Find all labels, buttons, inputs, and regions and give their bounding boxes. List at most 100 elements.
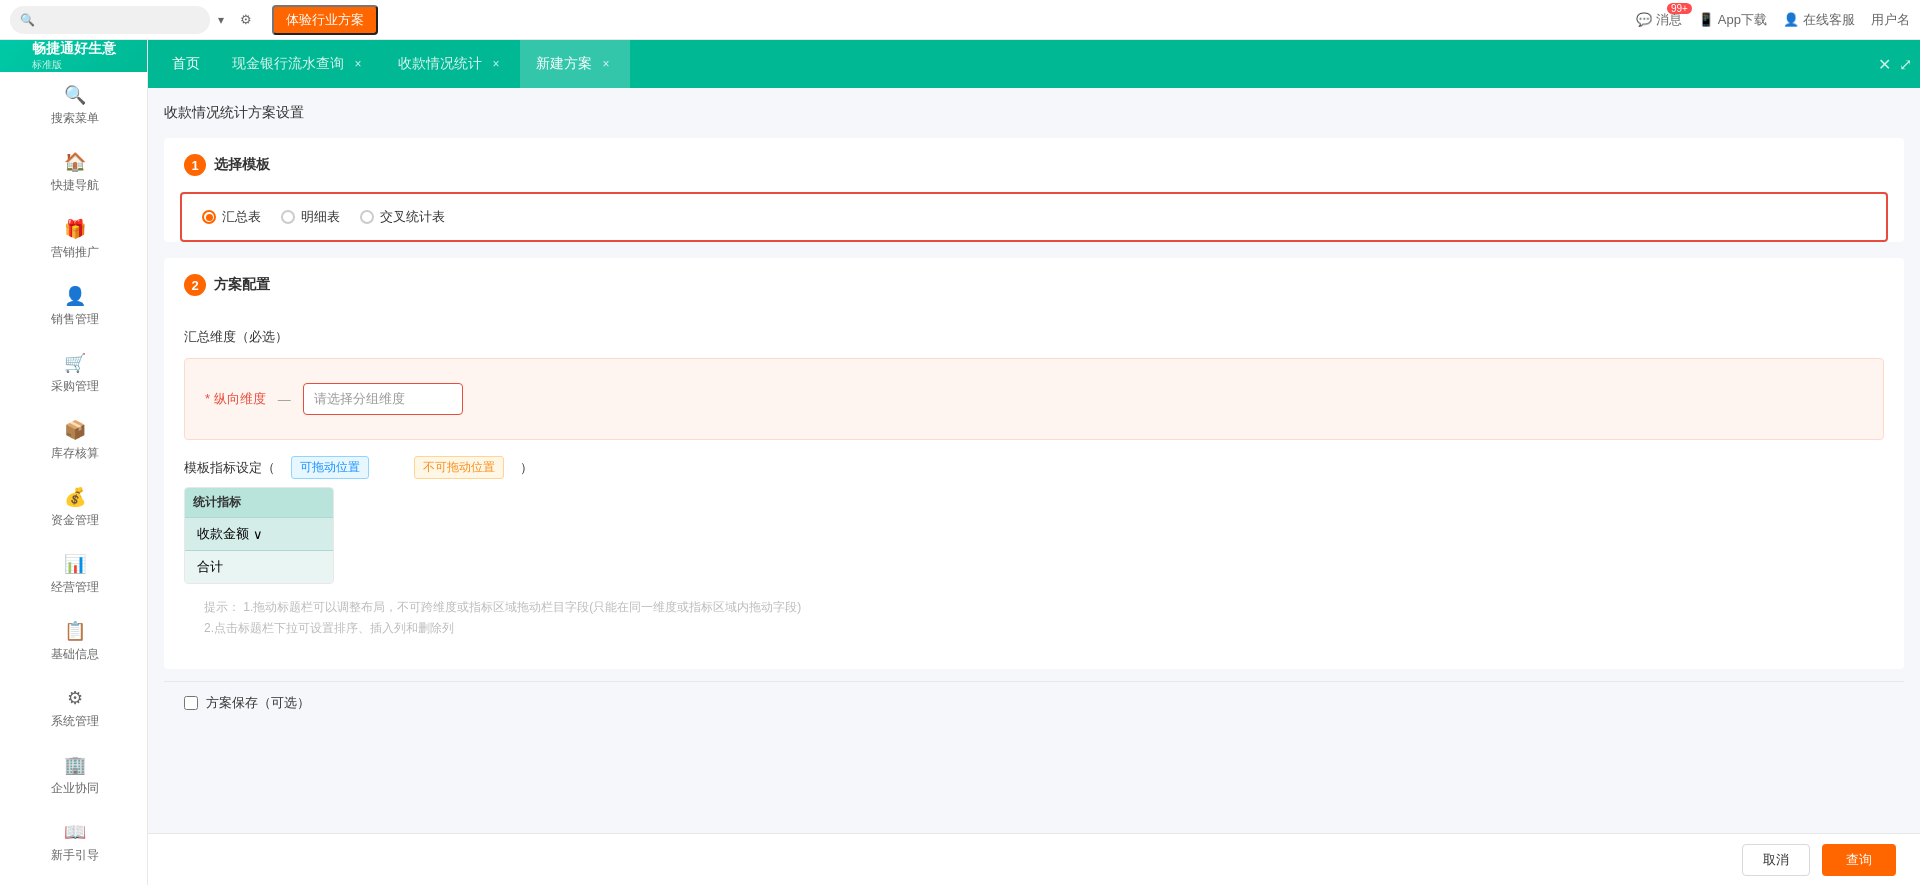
footer-bar: 取消 查询 [148,833,1920,885]
message-button[interactable]: 💬 消息 99+ [1636,11,1682,29]
sidebar-label-guide: 新手引导 [51,847,99,864]
indicator-table-header-row: 统计指标 [185,488,333,517]
gear-icon[interactable]: ⚙ [232,6,260,34]
indicator-header: 模板指标设定（ 可拖动位置 不可拖动位置 ） [184,456,1884,479]
main-layout: 畅捷通好生意 标准版 🔍 搜索菜单 🏠 快捷导航 🎁 营销推广 👤 销售管理 🛒… [0,40,1920,885]
tab-new-plan[interactable]: 新建方案 × [520,40,630,88]
tab-home[interactable]: 首页 [156,40,216,88]
app-download-link[interactable]: 📱 App下载 [1698,11,1767,29]
sidebar-item-finance[interactable]: 💰 资金管理 [0,474,147,541]
settings-icon: ⚙ [67,687,83,709]
clipboard-icon: 📋 [64,620,86,642]
user-name[interactable]: 用户名 [1871,11,1910,29]
dropdown-arrow[interactable]: ▾ [218,13,224,27]
save-checkbox[interactable] [184,696,198,710]
step2-badge: 2 [184,274,206,296]
indicator-config-label: 模板指标设定（ [184,459,275,477]
message-badge: 99+ [1667,3,1692,14]
hint-line-2: 2.点击标题栏下拉可设置排序、插入列和删除列 [204,620,1864,637]
logo-sub: 标准版 [32,58,116,72]
dim-arrow: — [278,392,291,407]
indicator-table-title: 统计指标 [193,495,241,509]
tab-new-plan-label: 新建方案 [536,55,592,73]
radio-detail-label: 明细表 [301,208,340,226]
group-dimension-select[interactable]: 请选择分组维度 [303,383,463,415]
money-icon: 💰 [64,486,86,508]
radio-cross[interactable]: 交叉统计表 [360,208,445,226]
radio-detail[interactable]: 明细表 [281,208,340,226]
step1-title: 选择模板 [214,156,270,174]
search-menu-icon: 🔍 [64,84,86,106]
sidebar-item-guide[interactable]: 📖 新手引导 [0,809,147,876]
step1-header: 1 选择模板 [164,138,1904,192]
radio-summary[interactable]: 汇总表 [202,208,261,226]
sidebar-item-quick-nav[interactable]: 🏠 快捷导航 [0,139,147,206]
radio-cross-label: 交叉统计表 [380,208,445,226]
logo-text: 畅捷通好生意 [32,40,116,58]
sidebar-label-system: 系统管理 [51,713,99,730]
sidebar-label-search: 搜索菜单 [51,110,99,127]
sidebar-item-operation[interactable]: 📊 经营管理 [0,541,147,608]
window-expand-icon[interactable]: ⤢ [1899,55,1912,74]
message-icon: 💬 [1636,12,1652,27]
top-bar: 🔍 ▾ ⚙ 体验行业方案 💬 消息 99+ 📱 App下载 👤 在线客服 用户名 [0,0,1920,40]
search-box[interactable]: 🔍 [10,6,210,34]
template-options: 汇总表 明细表 交叉统计表 [180,192,1888,242]
bracket-close: ） [520,459,533,477]
draggable-tag: 可拖动位置 [291,456,369,479]
sidebar-label-finance: 资金管理 [51,512,99,529]
window-close-icon[interactable]: ✕ [1878,55,1891,74]
tab-new-plan-close[interactable]: × [598,56,614,72]
search-icon: 🔍 [20,13,35,27]
cancel-button[interactable]: 取消 [1742,844,1810,876]
sidebar-item-basic[interactable]: 📋 基础信息 [0,608,147,675]
total-label: 合计 [197,559,223,574]
sidebar-item-system[interactable]: ⚙ 系统管理 [0,675,147,742]
box-icon: 📦 [64,419,86,441]
dim-select-placeholder: 请选择分组维度 [314,390,405,408]
sidebar: 畅捷通好生意 标准版 🔍 搜索菜单 🏠 快捷导航 🎁 营销推广 👤 销售管理 🛒… [0,40,148,885]
hint-area: 提示： 1.拖动标题栏可以调整布局，不可跨维度或指标区域拖动栏目字段(只能在同一… [184,587,1884,653]
sidebar-item-smart-hw[interactable]: 🖥 智能硬件 [0,876,147,885]
download-label: App下载 [1718,11,1767,29]
dimension-row: * 纵向维度 — 请选择分组维度 [205,383,1863,415]
sidebar-label-quick-nav: 快捷导航 [51,177,99,194]
sidebar-label-enterprise: 企业协同 [51,780,99,797]
radio-detail-circle[interactable] [281,210,295,224]
sidebar-item-sales[interactable]: 👤 销售管理 [0,273,147,340]
sidebar-label-operation: 经营管理 [51,579,99,596]
sidebar-item-search[interactable]: 🔍 搜索菜单 [0,72,147,139]
service-label: 在线客服 [1803,11,1855,29]
tab-bank-flow[interactable]: 现金银行流水查询 × [216,40,382,88]
cart-icon: 🛒 [64,352,86,374]
indicator-table: 统计指标 收款金额 ∨ 合计 [184,487,334,584]
tab-receipt-stat[interactable]: 收款情况统计 × [382,40,520,88]
tab-receipt-stat-close[interactable]: × [488,56,504,72]
tab-bar: 首页 现金银行流水查询 × 收款情况统计 × 新建方案 × ✕ ⤢ [148,40,1920,88]
step1-section: 1 选择模板 汇总表 明细表 交叉统计表 [164,138,1904,242]
home-icon: 🏠 [64,151,86,173]
online-service-link[interactable]: 👤 在线客服 [1783,11,1855,29]
sidebar-label-purchase: 采购管理 [51,378,99,395]
chart-icon: 📊 [64,553,86,575]
user-icon: 👤 [64,285,86,307]
trial-button[interactable]: 体验行业方案 [272,5,378,35]
step2-header: 2 方案配置 [164,258,1904,312]
tab-bank-flow-close[interactable]: × [350,56,366,72]
content-area: 首页 现金银行流水查询 × 收款情况统计 × 新建方案 × ✕ ⤢ 收款情况统计… [148,40,1920,885]
col-dropdown-icon[interactable]: ∨ [253,527,263,542]
tab-bank-flow-label: 现金银行流水查询 [232,55,344,73]
sidebar-label-basic: 基础信息 [51,646,99,663]
radio-summary-circle[interactable] [202,210,216,224]
sidebar-item-inventory[interactable]: 📦 库存核算 [0,407,147,474]
indicator-col-header[interactable]: 收款金额 ∨ [185,517,333,550]
query-button[interactable]: 查询 [1822,844,1896,876]
sidebar-item-marketing[interactable]: 🎁 营销推广 [0,206,147,273]
sidebar-item-enterprise[interactable]: 🏢 企业协同 [0,742,147,809]
gift-icon: 🎁 [64,218,86,240]
indicator-section: 模板指标设定（ 可拖动位置 不可拖动位置 ） 统计指标 收款金额 [184,456,1884,587]
download-icon: 📱 [1698,12,1714,27]
page-title: 收款情况统计方案设置 [164,104,1904,122]
radio-cross-circle[interactable] [360,210,374,224]
sidebar-item-purchase[interactable]: 🛒 采购管理 [0,340,147,407]
